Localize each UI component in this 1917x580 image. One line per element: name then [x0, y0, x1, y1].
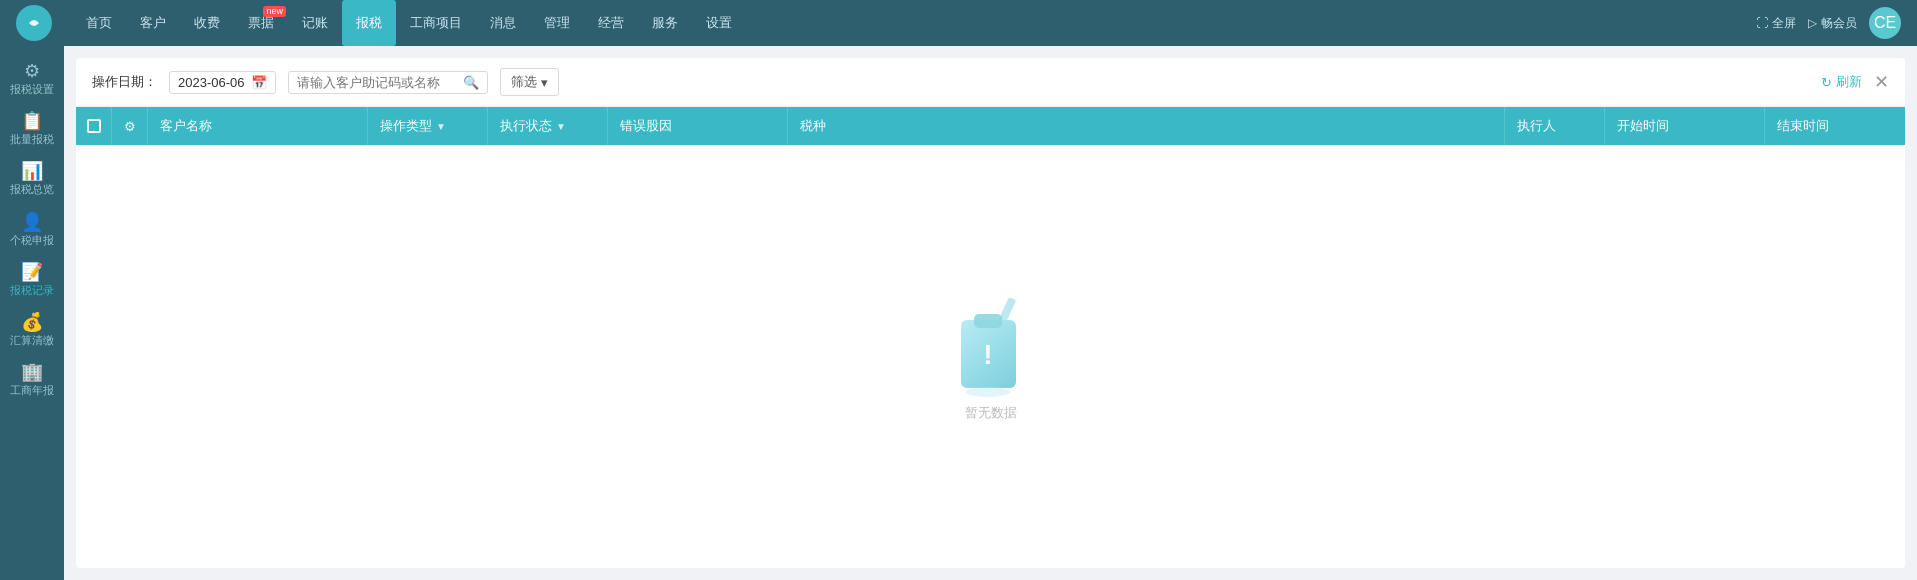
- sidebar-item-settlement[interactable]: 💰 汇算清缴: [0, 305, 64, 355]
- annual-report-label: 工商年报: [10, 384, 54, 397]
- empty-state: ! 暂无数据: [76, 145, 1905, 568]
- avatar-text: CE: [1874, 14, 1896, 32]
- main-content: 操作日期： 2023-06-06 📅 🔍 筛选 ▾ ↻ 刷新: [64, 46, 1917, 580]
- fullscreen-button[interactable]: ⛶ 全屏: [1756, 15, 1796, 32]
- nav-item-billing[interactable]: 收费: [180, 0, 234, 46]
- avatar[interactable]: CE: [1869, 7, 1901, 39]
- nav-item-operation[interactable]: 经营: [584, 0, 638, 46]
- nav-items: 首页客户收费票据new记账报税工商项目消息管理经营服务设置: [72, 0, 1756, 46]
- th-checkbox[interactable]: [76, 107, 112, 145]
- app-logo[interactable]: [16, 5, 52, 41]
- content-panel: 操作日期： 2023-06-06 📅 🔍 筛选 ▾ ↻ 刷新: [76, 58, 1905, 568]
- table-area: ⚙ 客户名称 操作类型 ▼ 执行状态 ▼ 错误股因: [76, 107, 1905, 568]
- th-end-time: 结束时间: [1765, 107, 1905, 145]
- nav-item-customer[interactable]: 客户: [126, 0, 180, 46]
- fullscreen-label: 全屏: [1772, 15, 1796, 32]
- new-badge-invoice: new: [263, 6, 286, 17]
- svg-rect-4: [974, 314, 1002, 328]
- th-customer-label: 客户名称: [160, 117, 212, 135]
- th-start-time-label: 开始时间: [1617, 117, 1669, 135]
- svg-point-6: [966, 387, 1010, 397]
- right-tools: ⛶ 全屏 ▷ 畅会员 CE: [1756, 7, 1901, 39]
- svg-text:!: !: [983, 339, 992, 370]
- th-start-time: 开始时间: [1605, 107, 1765, 145]
- date-value: 2023-06-06: [178, 75, 245, 90]
- sidebar: ⚙ 报税设置 📋 批量报税 📊 报税总览 👤 个税申报 📝 报税记录 💰 汇算清缴 🏢 工商年报: [0, 46, 64, 580]
- nav-item-message[interactable]: 消息: [476, 0, 530, 46]
- nav-item-invoice[interactable]: 票据new: [234, 0, 288, 46]
- tax-settings-icon: ⚙: [24, 62, 40, 80]
- member-label: 畅会员: [1821, 15, 1857, 32]
- th-exec-status: 执行状态 ▼: [488, 107, 608, 145]
- settings-icon[interactable]: ⚙: [124, 119, 136, 134]
- refresh-icon: ↻: [1821, 75, 1832, 90]
- nav-item-settings[interactable]: 设置: [692, 0, 746, 46]
- sidebar-item-annual-report[interactable]: 🏢 工商年报: [0, 355, 64, 405]
- sidebar-item-tax-settings[interactable]: ⚙ 报税设置: [0, 54, 64, 104]
- member-button[interactable]: ▷ 畅会员: [1808, 15, 1857, 32]
- annual-report-icon: 🏢: [21, 363, 43, 381]
- refresh-label: 刷新: [1836, 73, 1862, 91]
- close-button[interactable]: ✕: [1874, 73, 1889, 91]
- th-op-type: 操作类型 ▼: [368, 107, 488, 145]
- date-label: 操作日期：: [92, 73, 157, 91]
- th-error-reason-label: 错误股因: [620, 117, 672, 135]
- empty-text: 暂无数据: [965, 404, 1017, 422]
- batch-tax-icon: 📋: [21, 112, 43, 130]
- tax-overview-icon: 📊: [21, 162, 43, 180]
- tax-record-icon: 📝: [21, 263, 43, 281]
- tax-overview-label: 报税总览: [10, 183, 54, 196]
- search-input[interactable]: [297, 75, 457, 90]
- nav-item-manage[interactable]: 管理: [530, 0, 584, 46]
- sidebar-item-personal-tax[interactable]: 👤 个税申报: [0, 205, 64, 255]
- th-tax-type-label: 税种: [800, 117, 826, 135]
- refresh-button[interactable]: ↻ 刷新: [1821, 73, 1862, 91]
- th-executor-label: 执行人: [1517, 117, 1556, 135]
- settlement-label: 汇算清缴: [10, 334, 54, 347]
- tax-settings-label: 报税设置: [10, 83, 54, 96]
- sidebar-item-tax-record[interactable]: 📝 报税记录: [0, 255, 64, 305]
- th-settings: ⚙: [112, 107, 148, 145]
- th-error-reason: 错误股因: [608, 107, 788, 145]
- member-icon: ▷: [1808, 16, 1817, 30]
- sidebar-item-tax-overview[interactable]: 📊 报税总览: [0, 154, 64, 204]
- sidebar-item-batch-tax[interactable]: 📋 批量报税: [0, 104, 64, 154]
- empty-illustration: !: [941, 292, 1041, 392]
- search-box: 🔍: [288, 71, 488, 94]
- filter-button[interactable]: 筛选 ▾: [500, 68, 559, 96]
- toolbar: 操作日期： 2023-06-06 📅 🔍 筛选 ▾ ↻ 刷新: [76, 58, 1905, 107]
- personal-tax-label: 个税申报: [10, 234, 54, 247]
- op-type-filter-icon[interactable]: ▼: [436, 121, 446, 132]
- calendar-icon: 📅: [251, 75, 267, 90]
- th-end-time-label: 结束时间: [1777, 117, 1829, 135]
- nav-item-service[interactable]: 服务: [638, 0, 692, 46]
- table-header: ⚙ 客户名称 操作类型 ▼ 执行状态 ▼ 错误股因: [76, 107, 1905, 145]
- th-op-type-label: 操作类型: [380, 117, 432, 135]
- th-executor: 执行人: [1505, 107, 1605, 145]
- top-nav: 首页客户收费票据new记账报税工商项目消息管理经营服务设置 ⛶ 全屏 ▷ 畅会员…: [0, 0, 1917, 46]
- nav-item-bookkeeping[interactable]: 记账: [288, 0, 342, 46]
- chevron-down-icon: ▾: [541, 75, 548, 90]
- nav-item-home[interactable]: 首页: [72, 0, 126, 46]
- settlement-icon: 💰: [21, 313, 43, 331]
- search-icon[interactable]: 🔍: [463, 75, 479, 90]
- batch-tax-label: 批量报税: [10, 133, 54, 146]
- date-picker[interactable]: 2023-06-06 📅: [169, 71, 276, 94]
- filter-label: 筛选: [511, 73, 537, 91]
- fullscreen-icon: ⛶: [1756, 16, 1768, 30]
- main-layout: ⚙ 报税设置 📋 批量报税 📊 报税总览 👤 个税申报 📝 报税记录 💰 汇算清缴 🏢 工商年报 操作日期…: [0, 46, 1917, 580]
- select-all-checkbox[interactable]: [87, 119, 101, 133]
- th-customer: 客户名称: [148, 107, 368, 145]
- th-tax-type: 税种: [788, 107, 1505, 145]
- th-exec-status-label: 执行状态: [500, 117, 552, 135]
- exec-status-filter-icon[interactable]: ▼: [556, 121, 566, 132]
- nav-item-tax[interactable]: 报税: [342, 0, 396, 46]
- nav-item-business[interactable]: 工商项目: [396, 0, 476, 46]
- personal-tax-icon: 👤: [21, 213, 43, 231]
- tax-record-label: 报税记录: [10, 284, 54, 297]
